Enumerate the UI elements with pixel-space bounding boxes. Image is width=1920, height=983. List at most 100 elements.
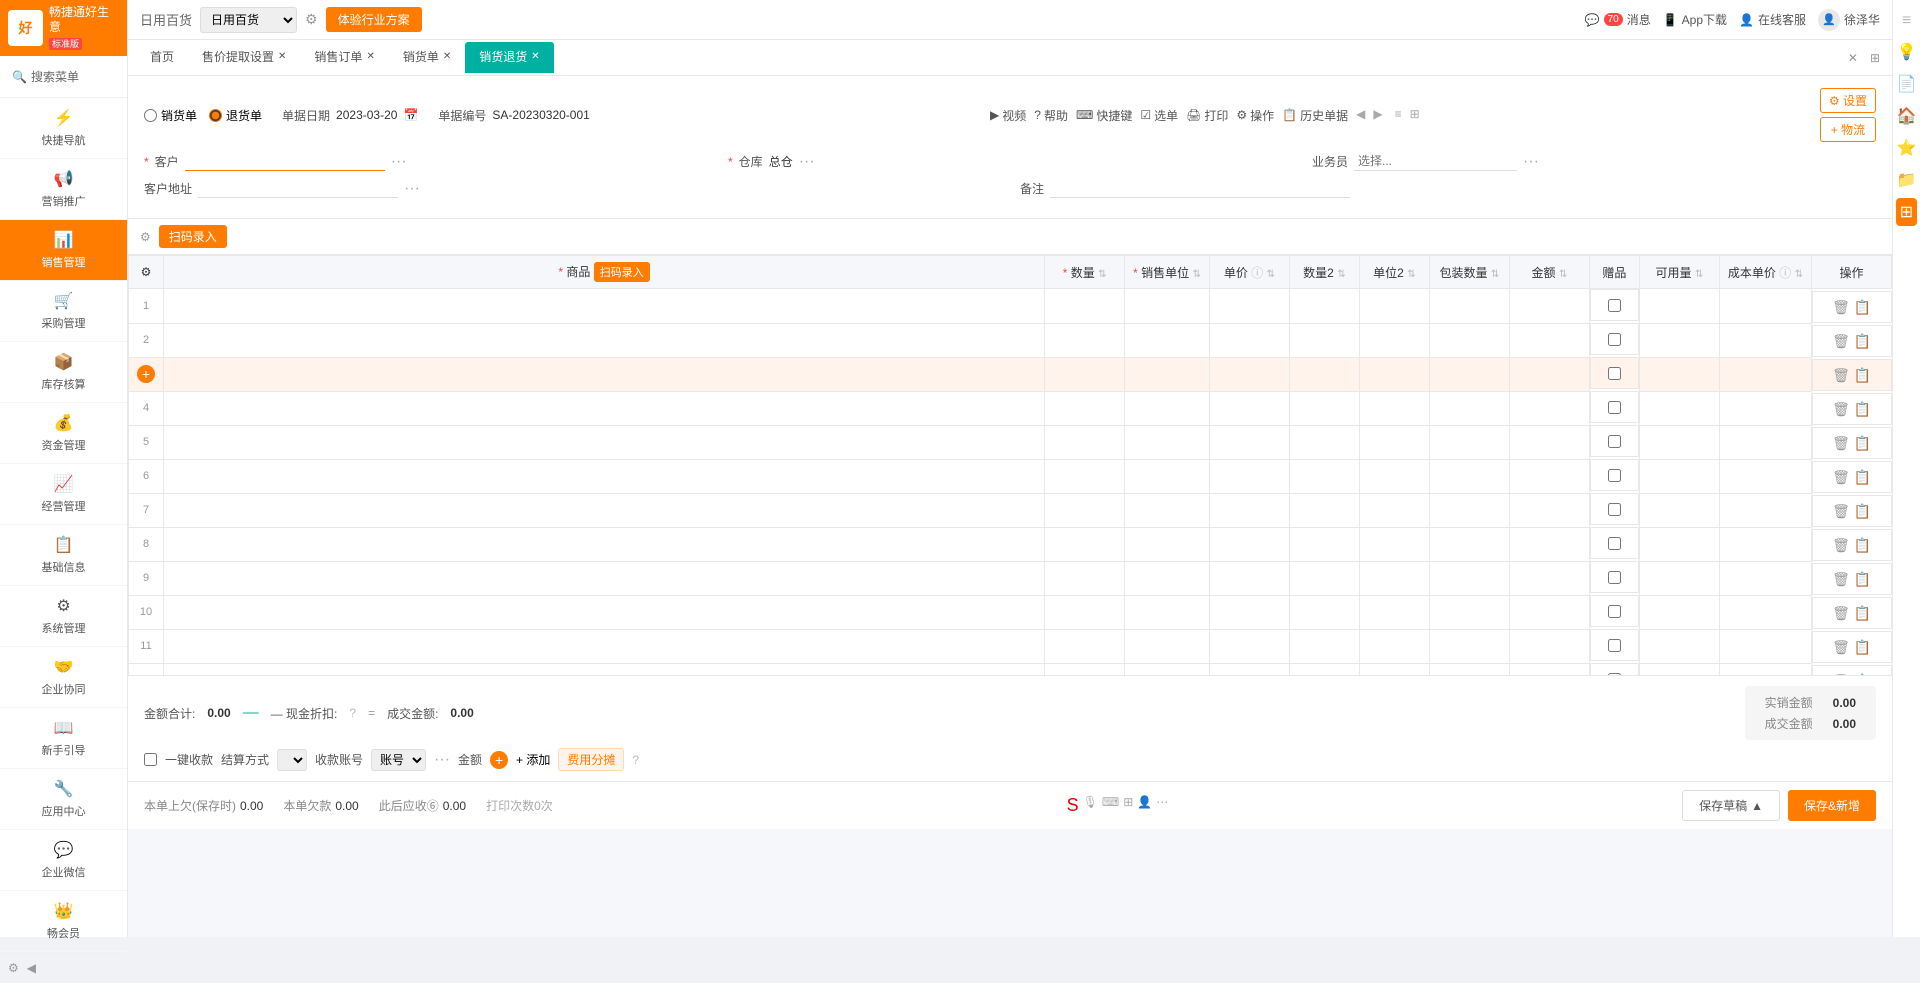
settlement-select[interactable] — [277, 749, 307, 771]
tab-close-return[interactable]: ✕ — [531, 51, 539, 62]
account-select[interactable]: 账号 — [371, 749, 426, 771]
user-icon-footer[interactable]: 👤 — [1137, 795, 1152, 816]
del-10[interactable]: 🗑 — [1832, 602, 1850, 624]
right-icon-active[interactable]: ⊞ — [1896, 198, 1917, 226]
settings-panel-btn[interactable]: ⚙ 设置 — [1820, 88, 1876, 113]
one-click-payment-checkbox[interactable] — [144, 753, 157, 766]
del-12[interactable]: 🗑 — [1832, 670, 1850, 675]
del-7[interactable]: 🗑 — [1832, 500, 1850, 522]
mic-icon[interactable]: 🎙 — [1083, 795, 1098, 816]
right-icon-folder[interactable]: 📁 — [1893, 166, 1920, 194]
module-select[interactable]: 日用百货 — [200, 7, 297, 33]
print-btn[interactable]: 🖨 打印 — [1186, 107, 1228, 124]
gift-checkbox-2[interactable] — [1608, 333, 1621, 346]
qty2-sort-icon[interactable]: ⇅ — [1337, 269, 1345, 280]
gift-checkbox-12[interactable] — [1608, 673, 1621, 676]
sidebar-item-quick-nav[interactable]: ⚡ 快捷导航 — [0, 98, 127, 159]
gift-checkbox-9[interactable] — [1608, 571, 1621, 584]
del-8[interactable]: 🗑 — [1832, 534, 1850, 556]
table-settings-icon[interactable]: ⚙ — [140, 230, 151, 244]
unit-sort-icon[interactable]: ⇅ — [1193, 269, 1201, 280]
right-icon-list[interactable]: ≡ — [1898, 8, 1915, 34]
tab-sales-bill[interactable]: 销货单 ✕ — [389, 42, 465, 73]
sidebar-search[interactable]: 🔍 搜索菜单 — [0, 56, 127, 98]
table-icon[interactable]: ⊞ — [1123, 795, 1133, 816]
right-icon-doc[interactable]: 📄 — [1893, 70, 1920, 98]
copy-row-2-btn[interactable]: 📋 — [1854, 330, 1871, 352]
more-icon[interactable]: ⋯ — [1156, 795, 1168, 816]
shortcut-btn[interactable]: ⌨ 快捷键 — [1076, 107, 1132, 124]
copy-7[interactable]: 📋 — [1854, 500, 1871, 522]
sidebar-item-apps[interactable]: 🔧 应用中心 — [0, 769, 127, 830]
calendar-icon[interactable]: 📅 — [403, 108, 418, 122]
salesperson-select-btn[interactable]: ··· — [1523, 154, 1539, 170]
sidebar-item-purchase[interactable]: 🛒 采购管理 — [0, 281, 127, 342]
del-9[interactable]: 🗑 — [1832, 568, 1850, 590]
cost-info-icon[interactable]: ⓘ — [1779, 266, 1791, 280]
sidebar-item-member[interactable]: 👑 畅会员 — [0, 891, 127, 952]
video-btn[interactable]: ▶ 视频 — [990, 107, 1026, 124]
history-btn[interactable]: 📋 历史单据 — [1282, 107, 1348, 124]
scan-btn[interactable]: 扫码录入 — [159, 225, 227, 248]
sidebar-item-sales[interactable]: 📊 销售管理 — [0, 220, 127, 281]
delete-row-1-btn[interactable]: 🗑 — [1832, 296, 1850, 318]
app-download-btn[interactable]: 📱 App下载 — [1663, 11, 1727, 28]
gift-checkbox-11[interactable] — [1608, 639, 1621, 652]
address-input[interactable] — [198, 179, 398, 198]
tab-sales-return[interactable]: 销货退货 ✕ — [465, 42, 553, 73]
user-profile-btn[interactable]: 👤 徐泽华 — [1818, 9, 1880, 31]
right-icon-star[interactable]: ⭐ — [1893, 134, 1920, 162]
search-menu-button[interactable]: 🔍 搜索菜单 — [8, 64, 119, 89]
copy-9[interactable]: 📋 — [1854, 568, 1871, 590]
gift-checkbox-5[interactable] — [1608, 435, 1621, 448]
prev-icon[interactable]: ◀ — [1356, 107, 1365, 124]
sidebar-item-guide[interactable]: 📖 新手引导 — [0, 708, 127, 769]
qty-sort-icon[interactable]: ⇅ — [1098, 269, 1106, 280]
copy-6[interactable]: 📋 — [1854, 466, 1871, 488]
sidebar-item-finance[interactable]: 💰 资金管理 — [0, 403, 127, 464]
gift-checkbox-4[interactable] — [1608, 401, 1621, 414]
unit2-sort-icon[interactable]: ⇅ — [1407, 269, 1415, 280]
fee-split-help[interactable]: ? — [632, 753, 639, 767]
sidebar-item-system[interactable]: ⚙ 系统管理 — [0, 586, 127, 647]
del-11[interactable]: 🗑 — [1832, 636, 1850, 658]
tab-sales-order[interactable]: 销售订单 ✕ — [300, 42, 388, 73]
address-select-btn[interactable]: ··· — [404, 181, 420, 197]
price-info-icon[interactable]: ⓘ — [1251, 266, 1263, 280]
grid-view-icon[interactable]: ⊞ — [1410, 107, 1420, 124]
copy-10[interactable]: 📋 — [1854, 602, 1871, 624]
keyboard-icon[interactable]: ⌨ — [1102, 795, 1119, 816]
copy-8[interactable]: 📋 — [1854, 534, 1871, 556]
customer-select-btn[interactable]: ··· — [391, 154, 407, 170]
sidebar-item-operations[interactable]: 📈 经营管理 — [0, 464, 127, 525]
tab-close-sales-bill[interactable]: ✕ — [443, 51, 451, 62]
copy-row-1-btn[interactable]: 📋 — [1854, 296, 1871, 318]
avail-sort-icon[interactable]: ⇅ — [1695, 269, 1703, 280]
discount-help-icon[interactable]: ? — [349, 706, 356, 720]
col-header-setting[interactable]: ⚙ — [129, 256, 164, 289]
copy-4[interactable]: 📋 — [1854, 398, 1871, 420]
gift-checkbox-10[interactable] — [1608, 605, 1621, 618]
customer-input[interactable] — [185, 152, 385, 171]
delete-row-2-btn[interactable]: 🗑 — [1832, 330, 1850, 352]
next-icon[interactable]: ▶ — [1373, 107, 1382, 124]
fee-split-btn[interactable]: 费用分摊 — [558, 748, 624, 771]
copy-12[interactable]: 📋 — [1854, 670, 1871, 675]
gift-checkbox-8[interactable] — [1608, 537, 1621, 550]
delete-row-3-btn[interactable]: 🗑 — [1832, 364, 1850, 386]
del-4[interactable]: 🗑 — [1832, 398, 1850, 420]
return-radio[interactable]: 退货单 — [209, 107, 262, 124]
logistics-btn[interactable]: + 物流 — [1820, 117, 1876, 142]
right-icon-home[interactable]: 🏠 — [1893, 102, 1920, 130]
list-view-icon[interactable]: ≡ — [1395, 107, 1402, 124]
amount-sort-icon[interactable]: ⇅ — [1559, 269, 1567, 280]
sidebar-item-marketing[interactable]: 📢 营销推广 — [0, 159, 127, 220]
sidebar-collapse-icon[interactable]: ◀ — [27, 961, 36, 975]
right-icon-bulb[interactable]: 💡 — [1893, 38, 1920, 66]
account-dots[interactable]: ··· — [434, 752, 450, 768]
help-btn[interactable]: ? 帮助 — [1034, 107, 1068, 124]
price-sort-icon[interactable]: ⇅ — [1267, 269, 1275, 280]
operate-btn[interactable]: ⚙ 操作 — [1236, 107, 1274, 124]
add-row-btn[interactable]: + — [137, 365, 155, 383]
copy-11[interactable]: 📋 — [1854, 636, 1871, 658]
